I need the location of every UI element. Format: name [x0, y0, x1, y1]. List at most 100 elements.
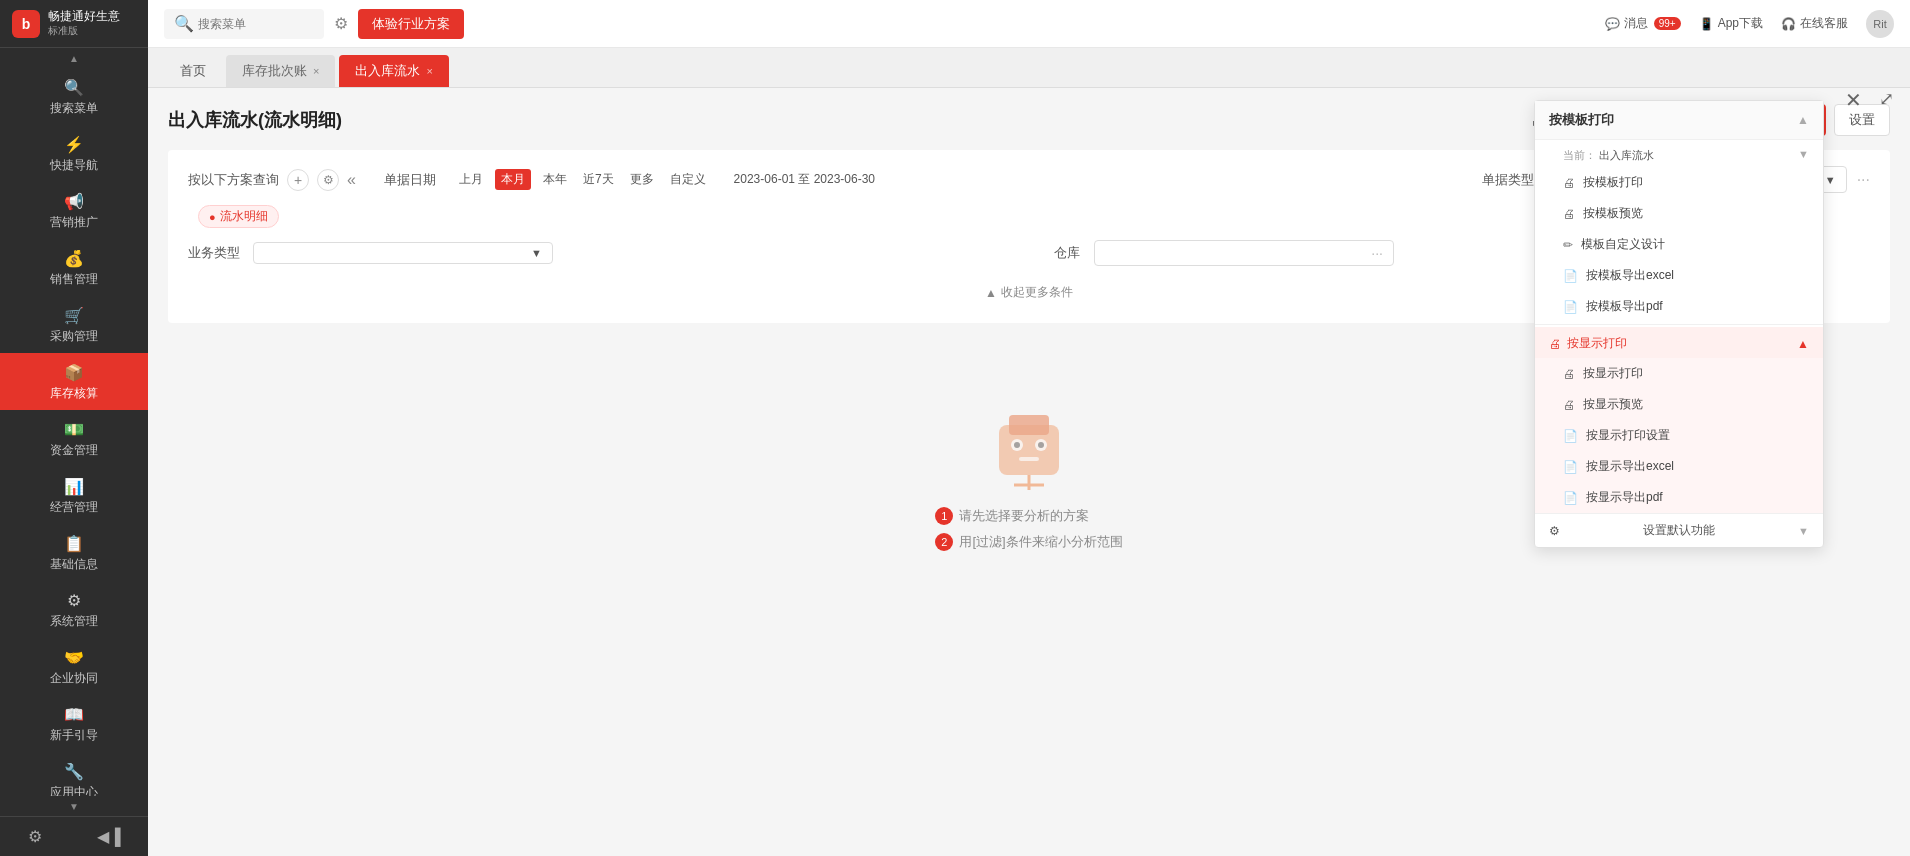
- date-btn-last-month[interactable]: 上月: [455, 169, 487, 190]
- settings-icon[interactable]: ⚙: [28, 827, 42, 846]
- sidebar-item-quicknav[interactable]: ⚡ 快捷导航: [0, 125, 148, 182]
- svg-rect-6: [1019, 457, 1039, 461]
- current-chevron: ▼: [1798, 148, 1809, 160]
- display-settings-item[interactable]: 📄 按显示打印设置: [1535, 420, 1823, 451]
- app-download-btn[interactable]: 📱 App下载: [1699, 15, 1763, 32]
- sidebar-scroll-down[interactable]: ▼: [0, 796, 148, 816]
- online-service-label: 在线客服: [1800, 15, 1848, 32]
- filter-tag-detail[interactable]: ● 流水明细: [198, 205, 279, 228]
- dropdown-title: 按模板打印: [1549, 111, 1614, 129]
- topbar: 🔍 ⚙ 体验行业方案 💬 消息 99+ 📱 App下载 🎧 在线客服 Rit: [148, 0, 1910, 48]
- warehouse-select[interactable]: ···: [1094, 240, 1394, 266]
- template-export-excel-label: 按模板导出excel: [1586, 267, 1674, 284]
- step-1-num: 1: [935, 507, 953, 525]
- display-print-label: 按显示打印: [1583, 365, 1643, 382]
- sidebar-item-sales[interactable]: 💰 销售管理: [0, 239, 148, 296]
- filter-collapse-btn[interactable]: «: [347, 171, 356, 189]
- date-label: 单据日期: [384, 171, 439, 189]
- expand-icon[interactable]: ⤢: [1879, 88, 1894, 110]
- sidebar-item-guide[interactable]: 📖 新手引导: [0, 695, 148, 752]
- date-btn-more[interactable]: 更多: [626, 169, 658, 190]
- template-print-item[interactable]: 🖨 按模板打印: [1535, 167, 1823, 198]
- filter-set-btn[interactable]: ⚙: [317, 169, 339, 191]
- sidebar-item-inventory[interactable]: 📦 库存核算: [0, 353, 148, 410]
- sidebar-item-label: 搜索菜单: [50, 100, 98, 117]
- search-icon: 🔍: [64, 78, 84, 97]
- filter-add-btn[interactable]: +: [287, 169, 309, 191]
- trial-btn[interactable]: 体验行业方案: [358, 9, 464, 39]
- appcenter-icon: 🔧: [64, 762, 84, 781]
- sidebar-item-basic[interactable]: 📋 基础信息: [0, 524, 148, 581]
- avatar: Rit: [1866, 10, 1894, 38]
- date-btn-custom[interactable]: 自定义: [666, 169, 710, 190]
- svg-rect-1: [1009, 415, 1049, 435]
- marketing-icon: 📢: [64, 192, 84, 211]
- sidebar-item-enterprise[interactable]: 🤝 企业协同: [0, 638, 148, 695]
- app-version: 标准版: [48, 24, 120, 38]
- message-label: 消息: [1624, 15, 1648, 32]
- page-title: 出入库流水(流水明细): [168, 108, 342, 132]
- doctype-more-icon[interactable]: ···: [1857, 171, 1870, 189]
- template-design-item[interactable]: ✏ 模板自定义设计: [1535, 229, 1823, 260]
- display-settings-label: 按显示打印设置: [1586, 427, 1670, 444]
- biz-type-select[interactable]: ▼: [253, 242, 553, 264]
- gear-icon[interactable]: ⚙: [334, 14, 348, 33]
- search-box[interactable]: 🔍: [164, 9, 324, 39]
- template-export-excel-item[interactable]: 📄 按模板导出excel: [1535, 260, 1823, 291]
- date-btn-7days[interactable]: 近7天: [579, 169, 618, 190]
- display-export-pdf-label: 按显示导出pdf: [1586, 489, 1663, 506]
- template-export-pdf-label: 按模板导出pdf: [1586, 298, 1663, 315]
- svg-point-4: [1014, 442, 1020, 448]
- headset-icon: 🎧: [1781, 17, 1796, 31]
- operations-icon: 📊: [64, 477, 84, 496]
- date-btn-this-year[interactable]: 本年: [539, 169, 571, 190]
- tab-inventory-batch[interactable]: 库存批次账 ×: [226, 55, 335, 87]
- topbar-left: 🔍 ⚙ 体验行业方案: [164, 9, 464, 39]
- phone-icon: 📱: [1699, 17, 1714, 31]
- display-preview-icon: 🖨: [1563, 398, 1575, 412]
- tab-stock-flow-close[interactable]: ×: [426, 65, 432, 77]
- template-preview-item[interactable]: 🖨 按模板预览: [1535, 198, 1823, 229]
- inventory-icon: 📦: [64, 363, 84, 382]
- topbar-right: 💬 消息 99+ 📱 App下载 🎧 在线客服 Rit: [1605, 10, 1894, 38]
- empty-step-1: 1 请先选择要分析的方案: [935, 507, 1122, 525]
- sidebar-item-search[interactable]: 🔍 搜索菜单: [0, 68, 148, 125]
- dropdown-footer[interactable]: ⚙ 设置默认功能 ▼: [1535, 513, 1823, 547]
- tab-home[interactable]: 首页: [164, 55, 222, 87]
- search-input[interactable]: [198, 17, 318, 31]
- section2-header[interactable]: 🖨 按显示打印 ▲: [1535, 327, 1823, 358]
- sidebar-item-finance[interactable]: 💵 资金管理: [0, 410, 148, 467]
- tab-stock-flow[interactable]: 出入库流水 ×: [339, 55, 448, 87]
- current-value: 出入库流水: [1599, 149, 1654, 161]
- display-printer-icon: 🖨: [1563, 367, 1575, 381]
- tab-inventory-batch-close[interactable]: ×: [313, 65, 319, 77]
- filter-scheme-label: 按以下方案查询: [188, 171, 279, 189]
- sidebar-item-system[interactable]: ⚙ 系统管理: [0, 581, 148, 638]
- template-export-pdf-item[interactable]: 📄 按模板导出pdf: [1535, 291, 1823, 322]
- purchase-icon: 🛒: [64, 306, 84, 325]
- sidebar-item-operations[interactable]: 📊 经营管理: [0, 467, 148, 524]
- basic-icon: 📋: [64, 534, 84, 553]
- online-service-btn[interactable]: 🎧 在线客服: [1781, 15, 1848, 32]
- display-export-pdf-item[interactable]: 📄 按显示导出pdf: [1535, 482, 1823, 513]
- display-print-item[interactable]: 🖨 按显示打印: [1535, 358, 1823, 389]
- message-badge: 99+: [1654, 17, 1681, 30]
- display-preview-item[interactable]: 🖨 按显示预览: [1535, 389, 1823, 420]
- display-pdf-icon: 📄: [1563, 491, 1578, 505]
- message-btn[interactable]: 💬 消息 99+: [1605, 15, 1681, 32]
- sidebar-item-marketing[interactable]: 📢 营销推广: [0, 182, 148, 239]
- sidebar-item-label: 经营管理: [50, 499, 98, 516]
- sidebar-scroll-up[interactable]: ▲: [0, 48, 148, 68]
- sidebar-item-purchase[interactable]: 🛒 采购管理: [0, 296, 148, 353]
- date-btn-this-month[interactable]: 本月: [495, 169, 531, 190]
- sidebar-item-label: 企业协同: [50, 670, 98, 687]
- sidebar-item-label: 营销推广: [50, 214, 98, 231]
- step-2-num: 2: [935, 533, 953, 551]
- sidebar-item-appcenter[interactable]: 🔧 应用中心: [0, 752, 148, 796]
- close-window-icon[interactable]: ✕: [1845, 88, 1862, 112]
- chevron-up-icon: ▲: [1797, 113, 1809, 127]
- tag-icon: ●: [209, 211, 216, 223]
- display-export-excel-item[interactable]: 📄 按显示导出excel: [1535, 451, 1823, 482]
- collapse-icon[interactable]: ◀▐: [97, 827, 120, 846]
- user-info[interactable]: Rit: [1866, 10, 1894, 38]
